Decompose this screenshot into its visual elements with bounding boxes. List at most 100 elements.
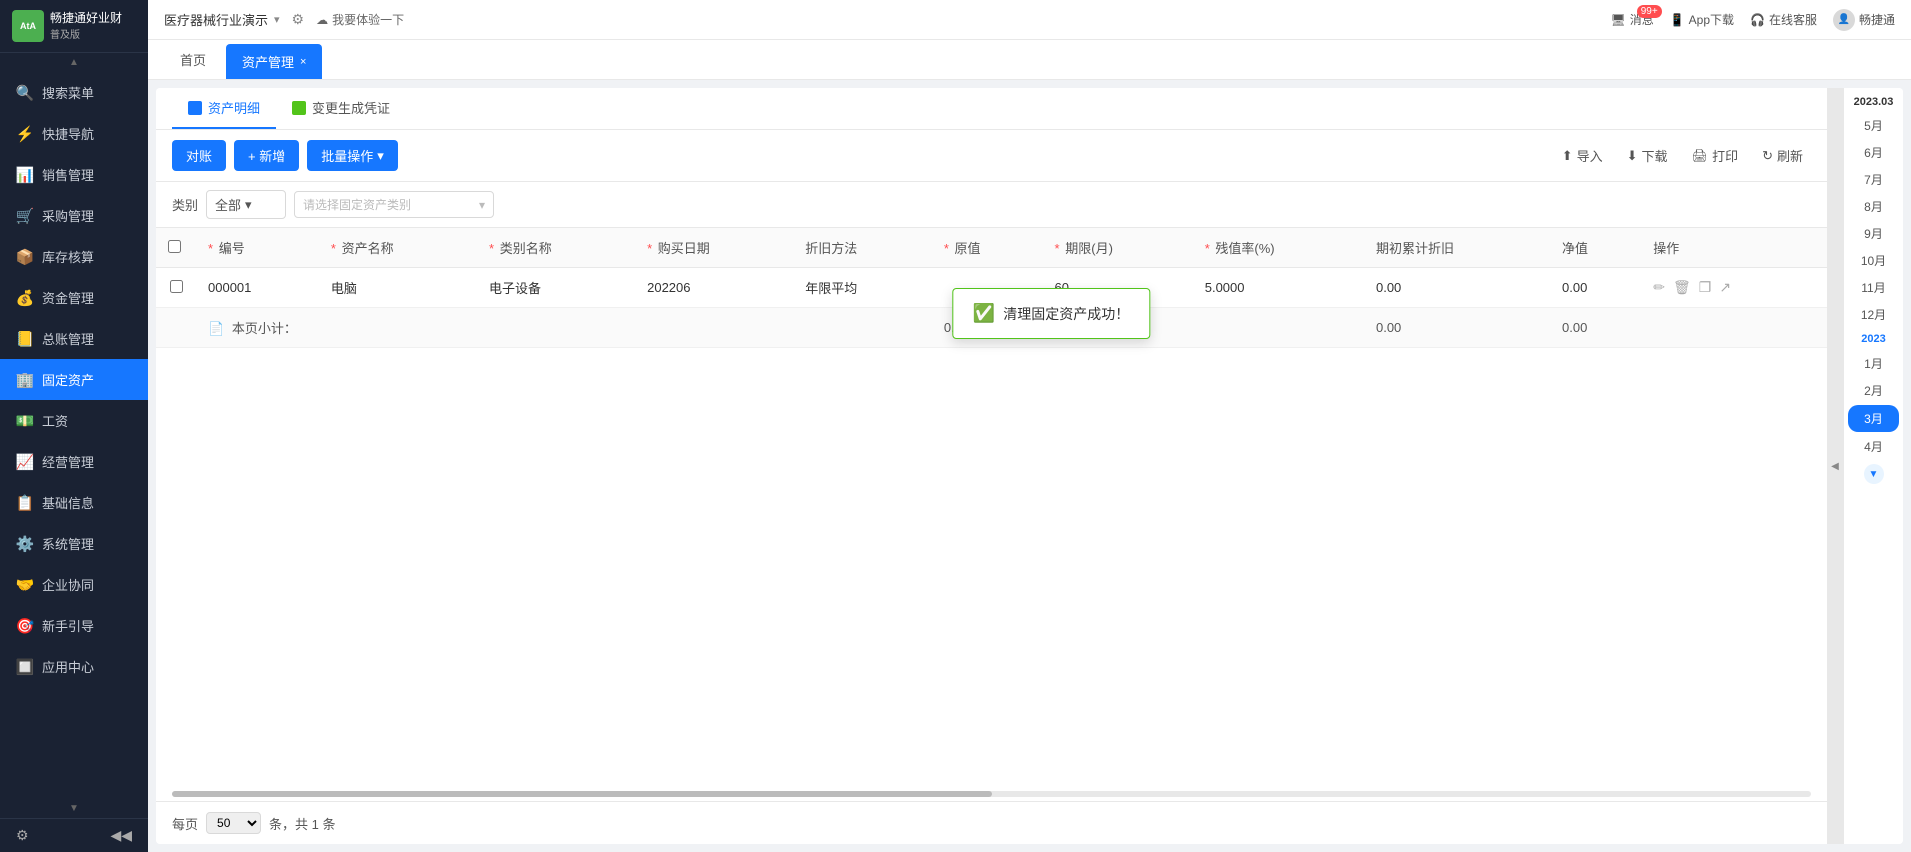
- category-select-arrow: ▾: [479, 198, 485, 212]
- period-nov[interactable]: 11月: [1844, 274, 1903, 301]
- col-opening-accumulated: 期初累计折旧: [1364, 228, 1550, 268]
- asset-detail-icon: [188, 101, 202, 115]
- period-mar-current[interactable]: 3月: [1848, 405, 1899, 432]
- experience-btn[interactable]: ☁ 我要体验一下: [316, 11, 404, 28]
- sidebar-item-purchase[interactable]: 🛒 采购管理: [0, 195, 148, 236]
- download-btn[interactable]: ⬇ 下载: [1619, 142, 1676, 169]
- period-jun[interactable]: 6月: [1844, 139, 1903, 166]
- sidebar-item-basic-info[interactable]: 📋 基础信息: [0, 482, 148, 523]
- print-btn[interactable]: 🖨 打印: [1684, 142, 1747, 169]
- sidebar-item-apps[interactable]: 🔲 应用中心: [0, 646, 148, 687]
- message-btn[interactable]: 🖥 消息 99+: [1610, 11, 1653, 28]
- building-icon: 🏢: [16, 371, 34, 389]
- table-wrapper: * 编号 * 资产名称 * 类别名称: [156, 228, 1827, 787]
- app-version: 普及版: [50, 26, 122, 41]
- horizontal-scrollbar[interactable]: [172, 791, 1811, 797]
- tab-bar: 首页 资产管理 ×: [148, 40, 1911, 80]
- sidebar-item-enterprise[interactable]: 🤝 企业协同: [0, 564, 148, 605]
- period-apr[interactable]: 4月: [1844, 433, 1903, 460]
- toggle-arrow-icon: ◀: [1831, 461, 1839, 472]
- more-icon[interactable]: ↗: [1719, 279, 1731, 296]
- export-icon: ⬆: [1562, 148, 1573, 164]
- tab-close-icon[interactable]: ×: [300, 56, 306, 68]
- system-icon: ⚙️: [16, 535, 34, 553]
- reconcile-button[interactable]: 对账: [172, 140, 226, 171]
- per-page-select[interactable]: 50 100: [206, 812, 261, 834]
- row-checkbox-cell[interactable]: [156, 268, 196, 308]
- logo-icon: AtA: [12, 10, 44, 42]
- scroll-up-btn[interactable]: ▲: [0, 53, 148, 72]
- row-checkbox[interactable]: [170, 280, 183, 293]
- sub-tab-asset-detail[interactable]: 资产明细: [172, 88, 276, 129]
- app-download-btn[interactable]: 📱 App下载: [1670, 11, 1734, 28]
- sidebar-nav: 🔍 搜索菜单 ⚡ 快捷导航 📊 销售管理 🛒 采购管理 📦 库存核算 💰 资金管…: [0, 72, 148, 799]
- topbar-gear-icon[interactable]: ⚙: [292, 11, 305, 28]
- company-selector[interactable]: 医疗器械行业演示 ▾: [164, 10, 280, 29]
- avatar: 👤: [1833, 9, 1855, 31]
- sidebar-item-ledger[interactable]: 📒 总账管理: [0, 318, 148, 359]
- sidebar-item-payroll[interactable]: 💵 工资: [0, 400, 148, 441]
- new-button[interactable]: + 新增: [234, 140, 299, 171]
- user-btn[interactable]: 👤 畅捷通: [1833, 9, 1895, 31]
- batch-button[interactable]: 批量操作 ▾: [307, 140, 398, 171]
- online-service-btn[interactable]: 🎧 在线客服: [1750, 11, 1817, 28]
- sidebar-item-fixed-assets[interactable]: 🏢 固定资产: [0, 359, 148, 400]
- subtotal-label-cell: 📄 本页小计：: [196, 308, 932, 348]
- period-oct[interactable]: 10月: [1844, 247, 1903, 274]
- sidebar-item-inventory[interactable]: 📦 库存核算: [0, 236, 148, 277]
- scroll-down-btn[interactable]: ▼: [0, 799, 148, 818]
- sidebar-item-operations[interactable]: 📈 经营管理: [0, 441, 148, 482]
- cell-action: ✏ 🗑 ❐ ↗: [1641, 268, 1827, 308]
- company-dropdown-icon: ▾: [274, 13, 280, 26]
- period-dec[interactable]: 12月: [1844, 301, 1903, 328]
- col-category: * 类别名称: [477, 228, 635, 268]
- refresh-btn[interactable]: ↻ 刷新: [1754, 142, 1811, 169]
- select-all-checkbox[interactable]: [168, 240, 181, 253]
- cell-category: 电子设备: [477, 268, 635, 308]
- sidebar-item-system[interactable]: ⚙️ 系统管理: [0, 523, 148, 564]
- app-name: 畅捷通好业财: [50, 11, 122, 27]
- sidebar-item-quick-nav[interactable]: ⚡ 快捷导航: [0, 113, 148, 154]
- period-down-icon[interactable]: ▼: [1864, 464, 1884, 484]
- copy-icon[interactable]: ❐: [1699, 279, 1712, 296]
- per-page-label: 每页: [172, 814, 198, 833]
- tab-home[interactable]: 首页: [164, 42, 222, 79]
- settings-icon[interactable]: ⚙: [16, 827, 29, 844]
- right-panel-toggle-btn[interactable]: ◀: [1827, 88, 1843, 844]
- cell-code: 000001: [196, 268, 319, 308]
- message-icon: 🖥: [1610, 13, 1625, 27]
- topbar-right: 🖥 消息 99+ 📱 App下载 🎧 在线客服 👤 畅捷通: [1610, 9, 1895, 31]
- cell-purchase-date: 202206: [635, 268, 793, 308]
- period-sep[interactable]: 9月: [1844, 220, 1903, 247]
- period-jul[interactable]: 7月: [1844, 166, 1903, 193]
- sidebar-item-guide[interactable]: 🎯 新手引导: [0, 605, 148, 646]
- export-btn[interactable]: ⬆ 导入: [1554, 142, 1611, 169]
- subtotal-net: 0.00: [1550, 308, 1641, 348]
- table-header-row: * 编号 * 资产名称 * 类别名称: [156, 228, 1827, 268]
- collapse-icon[interactable]: ◀◀: [110, 827, 132, 844]
- scroll-thumb[interactable]: [172, 791, 992, 797]
- category-filter-label: 类别: [172, 195, 198, 214]
- sidebar-item-funds[interactable]: 💰 资金管理: [0, 277, 148, 318]
- category-select[interactable]: 请选择固定资产类别 ▾: [294, 191, 494, 218]
- delete-icon[interactable]: 🗑: [1673, 279, 1691, 296]
- category-type-select[interactable]: 全部 ▾: [206, 190, 286, 219]
- period-may[interactable]: 5月: [1844, 112, 1903, 139]
- period-aug[interactable]: 8月: [1844, 193, 1903, 220]
- sidebar-item-search[interactable]: 🔍 搜索菜单: [0, 72, 148, 113]
- type-select-arrow: ▾: [245, 197, 252, 213]
- period-jan[interactable]: 1月: [1844, 350, 1903, 377]
- sub-tab-change-voucher[interactable]: 变更生成凭证: [276, 88, 406, 129]
- refresh-icon: ↻: [1762, 148, 1773, 164]
- edit-icon[interactable]: ✏: [1653, 279, 1665, 296]
- sidebar-item-sales[interactable]: 📊 销售管理: [0, 154, 148, 195]
- search-icon: 🔍: [16, 84, 34, 102]
- cell-name: 电脑: [319, 268, 477, 308]
- select-all-header[interactable]: [156, 228, 196, 268]
- inventory-icon: 📦: [16, 248, 34, 266]
- col-net-value: 净值: [1550, 228, 1641, 268]
- tab-asset-management[interactable]: 资产管理 ×: [226, 44, 322, 79]
- app-logo: AtA 畅捷通好业财 普及版: [0, 0, 148, 53]
- period-feb[interactable]: 2月: [1844, 377, 1903, 404]
- print-icon: 🖨: [1692, 148, 1709, 164]
